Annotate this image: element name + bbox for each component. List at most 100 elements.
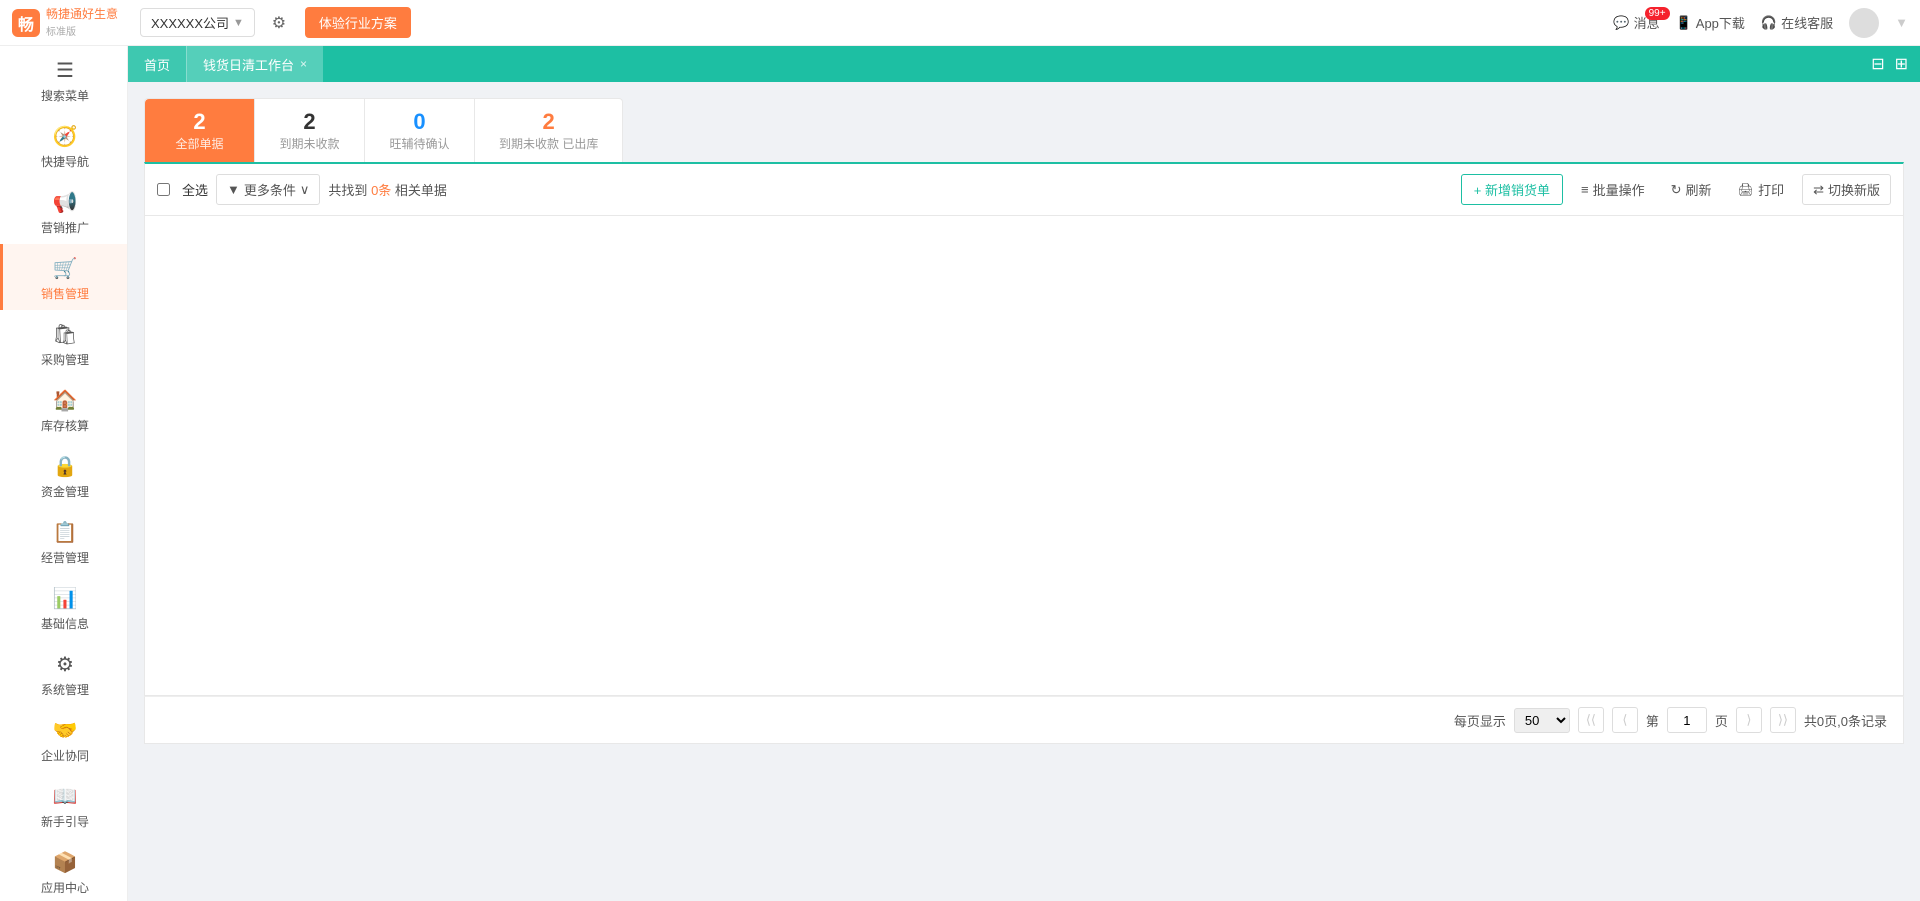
sidebar-label: 新手引导 — [41, 813, 89, 830]
logo-icon: 畅 — [12, 9, 40, 37]
stat-tab-1[interactable]: 2到期未收款 — [255, 99, 365, 162]
sidebar-item-marketing[interactable]: 📢营销推广 — [0, 178, 127, 244]
logo-name: 畅捷通好生意 — [46, 7, 118, 23]
app-download-icon: 📱 — [1676, 15, 1692, 31]
app-download-label: App下载 — [1696, 13, 1745, 32]
sidebar-item-inventory[interactable]: 🏠 库存核算 — [0, 376, 127, 442]
next-page-button[interactable]: ⟩ — [1736, 707, 1762, 733]
refresh-icon: ↻ — [1671, 182, 1682, 198]
add-sales-label: + 新增销货单 — [1474, 180, 1550, 199]
add-sales-button[interactable]: + 新增销货单 — [1461, 174, 1563, 205]
sidebar: ☰ 搜索菜单 🧭快捷导航📢营销推广🛒销售管理🛍采购管理 🏠 库存核算 🔒资金管理📋经营管理… — [0, 46, 128, 901]
online-service-label: 在线客服 — [1781, 13, 1833, 32]
table-area — [144, 216, 1904, 696]
online-service-button[interactable]: 🎧 在线客服 — [1761, 13, 1833, 32]
inventory-icon: 🏠 — [53, 388, 78, 413]
page-input[interactable] — [1667, 707, 1707, 733]
first-page-button[interactable]: ⟨⟨ — [1578, 707, 1604, 733]
tab-home[interactable]: 首页 — [128, 46, 186, 82]
sidebar-label: 应用中心 — [41, 879, 89, 896]
sidebar-item-search[interactable]: ☰ 搜索菜单 — [0, 46, 127, 112]
sidebar-item-system[interactable]: ⚙系统管理 — [0, 640, 127, 706]
company-dropdown-icon: ▼ — [233, 17, 244, 29]
switch-version-button[interactable]: ⇄ 切换新版 — [1802, 174, 1891, 205]
page-label: 第 — [1646, 711, 1659, 730]
found-prefix: 共找到 — [328, 183, 367, 198]
experience-button[interactable]: 体验行业方案 — [305, 7, 411, 38]
tab-maximize-icon[interactable]: ⊞ — [1891, 50, 1912, 78]
filter-dropdown-icon: ∨ — [300, 182, 310, 198]
sidebar-label: 采购管理 — [41, 351, 89, 368]
sidebar-item-enterprise[interactable]: 🤝 企业协同 — [0, 706, 127, 772]
stat-count: 2 — [169, 109, 230, 135]
logo-area: 畅 畅捷通好生意 标准版 — [12, 7, 140, 38]
switch-label: 切换新版 — [1828, 180, 1880, 199]
stat-count: 2 — [279, 109, 340, 135]
stat-tab-0[interactable]: 2全部单据 — [145, 99, 255, 162]
select-all-checkbox[interactable] — [157, 183, 170, 196]
stat-tab-3[interactable]: 2 到期未收款 已出库 — [475, 99, 622, 162]
print-label: 打印 — [1758, 180, 1784, 199]
pagination: 每页显示 50100200 ⟨⟨ ⟨ 第 页 ⟩ ⟩⟩ 共0页,0条记录 — [144, 696, 1904, 744]
sidebar-item-apps[interactable]: 📦 应用中心 — [0, 838, 127, 901]
last-page-button[interactable]: ⟩⟩ — [1770, 707, 1796, 733]
search-icon: ☰ — [56, 58, 74, 83]
message-icon: 💬 — [1613, 15, 1629, 31]
settings-button[interactable]: ⚙ — [263, 7, 295, 39]
sidebar-item-operation[interactable]: 📋经营管理 — [0, 508, 127, 574]
filter-label: 更多条件 — [244, 180, 296, 199]
sidebar-item-sales[interactable]: 🛒销售管理 — [0, 244, 127, 310]
sidebar-item-guide[interactable]: 📖新手引导 — [0, 772, 127, 838]
avatar[interactable] — [1849, 8, 1879, 38]
filter-button[interactable]: ▼ 更多条件 ∨ — [216, 174, 320, 205]
batch-icon: ≡ — [1581, 182, 1589, 197]
found-suffix: 相关单据 — [395, 183, 447, 198]
toolbar: 全选 ▼ 更多条件 ∨ 共找到 0条 相关单据 + 新增销货单 ≡ 批量操作 ↻… — [144, 162, 1904, 216]
refresh-button[interactable]: ↻ 刷新 — [1663, 175, 1720, 204]
found-count: 0条 — [371, 183, 391, 198]
sidebar-label: 快捷导航 — [41, 153, 89, 170]
found-text: 共找到 0条 相关单据 — [328, 180, 447, 199]
app-download-button[interactable]: 📱 App下载 — [1676, 13, 1745, 32]
enterprise-icon: 🤝 — [53, 718, 78, 743]
sidebar-item-basic[interactable]: 📊基础信息 — [0, 574, 127, 640]
select-all-label: 全选 — [182, 180, 208, 199]
sales-icon: 🛒 — [53, 256, 78, 281]
tab-close-icon[interactable]: × — [300, 57, 307, 71]
batch-operation-button[interactable]: ≡ 批量操作 — [1573, 175, 1653, 204]
sidebar-label: 搜索菜单 — [41, 87, 89, 104]
finance-icon: 🔒 — [53, 454, 78, 479]
sidebar-label: 系统管理 — [41, 681, 89, 698]
print-button[interactable]: 🖨 打印 — [1730, 175, 1793, 204]
per-page-select[interactable]: 50100200 — [1514, 708, 1570, 733]
topbar-right: 💬 消息 99+ 📱 App下载 🎧 在线客服 ▼ — [1613, 8, 1908, 38]
refresh-label: 刷新 — [1686, 180, 1712, 199]
sidebar-item-purchase[interactable]: 🛍采购管理 — [0, 310, 127, 376]
stat-count: 2 — [499, 109, 598, 135]
stats-tabs: 2全部单据2到期未收款0旺辅待确认 2 到期未收款 已出库 — [144, 98, 623, 162]
tab-workbench[interactable]: 钱货日清工作台 × — [186, 46, 323, 82]
stat-label: 到期未收款 已出库 — [499, 137, 598, 151]
user-menu[interactable]: ▼ — [1895, 15, 1908, 30]
message-button[interactable]: 💬 消息 99+ — [1613, 13, 1659, 32]
apps-icon: 📦 — [53, 850, 78, 875]
prev-page-button[interactable]: ⟨ — [1612, 707, 1638, 733]
operation-icon: 📋 — [53, 520, 78, 545]
topbar: 畅 畅捷通好生意 标准版 XXXXXX公司 ▼ ⚙ 体验行业方案 💬 消息 99… — [0, 0, 1920, 46]
sidebar-item-quick-nav[interactable]: 🧭快捷导航 — [0, 112, 127, 178]
sidebar-label: 库存核算 — [41, 417, 89, 434]
company-name: XXXXXX公司 — [151, 13, 229, 32]
tab-minimize-icon[interactable]: ⊟ — [1867, 50, 1888, 78]
tabbar-actions: ⊟ ⊞ — [1867, 46, 1920, 82]
company-selector[interactable]: XXXXXX公司 ▼ — [140, 8, 255, 37]
batch-label: 批量操作 — [1593, 180, 1645, 199]
message-badge: 99+ — [1645, 7, 1670, 20]
sidebar-item-finance[interactable]: 🔒资金管理 — [0, 442, 127, 508]
tab-workbench-label: 钱货日清工作台 — [203, 55, 294, 74]
switch-icon: ⇄ — [1813, 182, 1824, 198]
sidebar-label: 营销推广 — [41, 219, 89, 236]
sidebar-label: 企业协同 — [41, 747, 89, 764]
per-page-label: 每页显示 — [1454, 711, 1506, 730]
stat-count: 0 — [389, 109, 450, 135]
stat-tab-2[interactable]: 0旺辅待确认 — [365, 99, 475, 162]
